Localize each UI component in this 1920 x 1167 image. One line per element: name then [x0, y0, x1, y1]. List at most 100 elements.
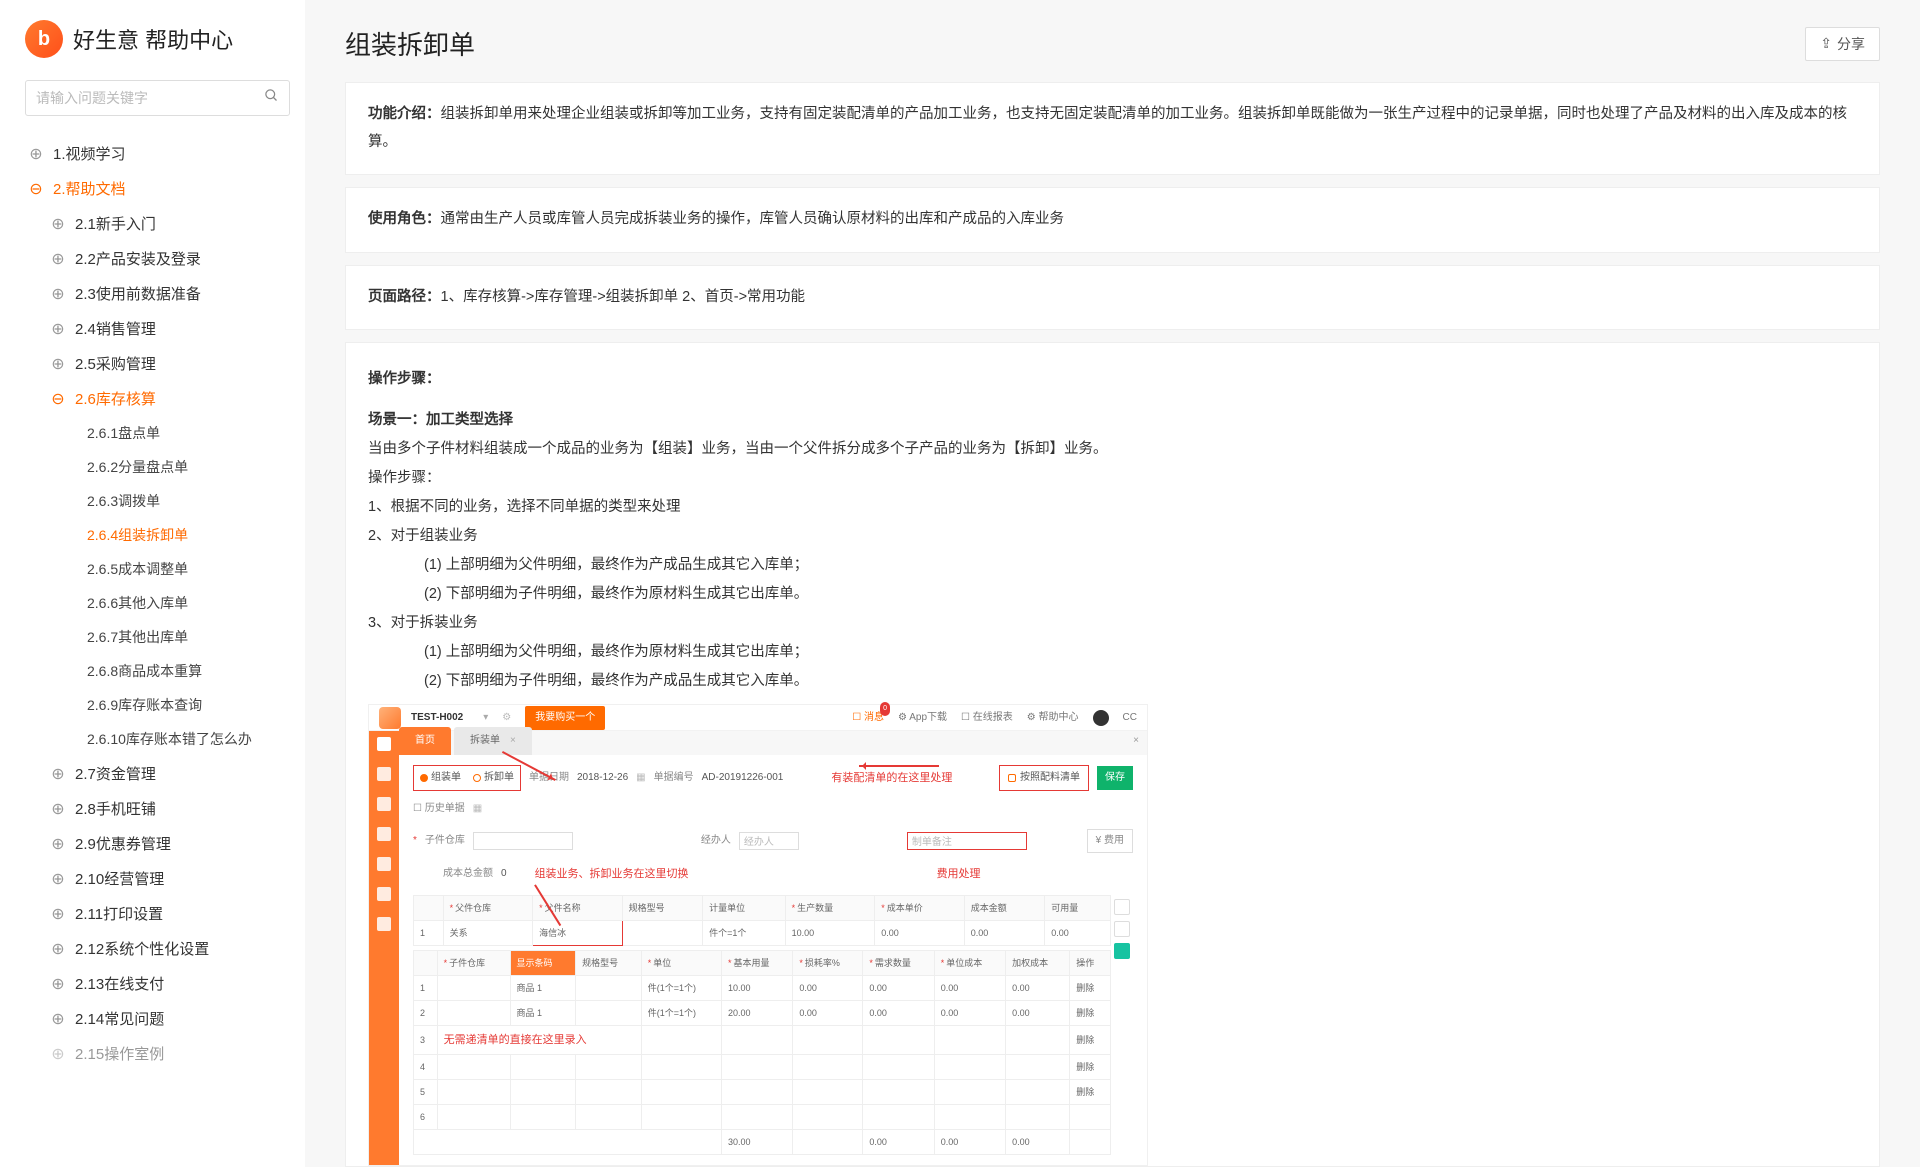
role-text: 通常由生产人员或库管人员完成拆装业务的操作，库管人员确认原材料的出库和产成品的入…: [441, 211, 1065, 227]
radio-assemble: 组装单: [420, 768, 461, 788]
plus-icon: ⊕: [49, 800, 67, 818]
nav-2-8[interactable]: ⊕2.8手机旺铺: [25, 791, 290, 826]
nav-2-13[interactable]: ⊕2.13在线支付: [25, 966, 290, 1001]
main-content: 组装拆卸单 ⇪ 分享 功能介绍：组装拆卸单用来处理企业组装或拆卸等加工业务，支持…: [305, 0, 1920, 1167]
share-icon: ⇪: [1820, 35, 1832, 52]
plus-icon: ⊕: [49, 765, 67, 783]
nav-2-12[interactable]: ⊕2.12系统个性化设置: [25, 931, 290, 966]
close-icon: ×: [510, 735, 516, 746]
nav-2-6-9[interactable]: 2.6.9库存账本查询: [25, 688, 290, 722]
steps-l3a: (1) 上部明细为父件明细，最终作为原材料生成其它出库单；: [368, 638, 1857, 667]
ss-fee-button: ¥ 费用: [1087, 829, 1133, 853]
plus-icon: ⊕: [49, 870, 67, 888]
ss-date-value: 2018-12-26: [577, 768, 628, 788]
nav-2-14[interactable]: ⊕2.14常见问题: [25, 1001, 290, 1036]
nav-2-15[interactable]: ⊕2.15操作室例: [25, 1036, 290, 1071]
tool-icon: [1114, 899, 1130, 915]
logo: b 好生意 帮助中心: [25, 20, 290, 58]
box-icon: [377, 797, 391, 811]
path-card: 页面路径：1、库存核算->库存管理->组装拆卸单 2、首页->常用功能: [345, 265, 1880, 331]
chevron-down-icon: ▾: [483, 708, 488, 728]
nav-2-10[interactable]: ⊕2.10经营管理: [25, 861, 290, 896]
ss-code-value: AD-20191226-001: [702, 768, 784, 788]
ss-tab-home: 首页: [399, 727, 451, 755]
role-card: 使用角色：通常由生产人员或库管人员完成拆装业务的操作，库管人员确认原材料的出库和…: [345, 187, 1880, 253]
doc-icon: [377, 917, 391, 931]
plus-icon: ⊕: [49, 215, 67, 233]
nav-2-6-5[interactable]: 2.6.5成本调整单: [25, 552, 290, 586]
logo-icon: b: [25, 20, 63, 58]
ss-parent-table: 父件仓库 父件名称 规格型号 计量单位 生产数量 成本单价 成本金额 可用量: [413, 895, 1111, 946]
nav-2-6-7[interactable]: 2.6.7其他出库单: [25, 620, 290, 654]
table-row: 3无需递清单的直接在这里录入删除: [414, 1026, 1111, 1055]
annotation-arrow: [859, 765, 939, 767]
role-label: 使用角色：: [368, 211, 441, 227]
nav-2-6-3[interactable]: 2.6.3调拨单: [25, 484, 290, 518]
grid-icon: [377, 887, 391, 901]
intro-text: 组装拆卸单用来处理企业组装或拆卸等加工业务，支持有固定装配清单的产品加工业务，也…: [368, 106, 1847, 150]
plus-icon: ⊕: [49, 905, 67, 923]
ss-person-label: 经办人: [701, 831, 731, 851]
steps-l2: 2、对于组装业务: [368, 522, 1857, 551]
ss-code-label: 单据编号: [654, 768, 694, 788]
steps-p1: 当由多个子件材料组装成一个成品的业务为【组装】业务，当由一个父件拆分成多个子产品…: [368, 435, 1857, 464]
ss-bom-button: 按照配料清单: [999, 765, 1089, 791]
steps-card: 操作步骤： 场景一：加工类型选择 当由多个子件材料组装成一个成品的业务为【组装】…: [345, 342, 1880, 1167]
nav-2-9[interactable]: ⊕2.9优惠券管理: [25, 826, 290, 861]
steps-l2a: (1) 上部明细为父件明细，最终作为产成品生成其它入库单；: [368, 551, 1857, 580]
nav-video[interactable]: ⊕1.视频学习: [25, 136, 290, 171]
ss-tabs: 首页 拆装单× ×: [399, 731, 1147, 755]
nav-2-5[interactable]: ⊕2.5采购管理: [25, 346, 290, 381]
content-header: 组装拆卸单 ⇪ 分享: [345, 25, 1880, 62]
bag-icon: [377, 827, 391, 841]
path-text: 1、库存核算->库存管理->组装拆卸单 2、首页->常用功能: [441, 289, 806, 305]
nav-2-6-1[interactable]: 2.6.1盘点单: [25, 416, 290, 450]
logo-text: 好生意 帮助中心: [73, 23, 233, 55]
plus-icon: ⊕: [49, 1045, 67, 1063]
plus-icon: ⊕: [49, 940, 67, 958]
nav-2-6-6[interactable]: 2.6.6其他入库单: [25, 586, 290, 620]
nav-2-1[interactable]: ⊕2.1新手入门: [25, 206, 290, 241]
nav-2-6-10[interactable]: 2.6.10库存账本错了怎么办: [25, 722, 290, 756]
nav-2-6-2[interactable]: 2.6.2分量盘点单: [25, 450, 290, 484]
nav-2-4[interactable]: ⊕2.4销售管理: [25, 311, 290, 346]
table-footer: 30.000.000.000.00: [414, 1130, 1111, 1155]
ss-note-bom: 有装配清单的在这里处理: [831, 767, 952, 789]
calendar-icon: ▦: [636, 768, 645, 788]
ss-help: ⚙ 帮助中心: [1027, 708, 1079, 728]
share-button[interactable]: ⇪ 分享: [1805, 27, 1880, 61]
embedded-screenshot: TEST-H002 ▾ ⚙ 我要购买一个 ☐ 消息0 ⚙ App下载 ☐ 在线报…: [368, 704, 1148, 1166]
ss-remark-input: 制单备注: [907, 832, 1027, 850]
search-input[interactable]: [36, 90, 264, 106]
steps-h3: 操作步骤：: [368, 464, 1857, 493]
ss-total-label: 成本总金额: [443, 864, 493, 884]
nav-2-6-8[interactable]: 2.6.8商品成本重算: [25, 654, 290, 688]
ss-sub-store-input: [473, 832, 573, 850]
ss-type-switch: 组装单 拆卸单: [413, 765, 521, 791]
ss-note-fee: 费用处理: [937, 863, 981, 885]
intro-label: 功能介绍：: [368, 106, 441, 122]
ss-total-value: 0: [501, 864, 507, 884]
ss-logo-icon: [379, 707, 401, 729]
nav-2-6-4[interactable]: 2.6.4组装拆卸单: [25, 518, 290, 552]
home-icon: [377, 737, 391, 751]
nav-2-11[interactable]: ⊕2.11打印设置: [25, 896, 290, 931]
nav-docs[interactable]: ⊖2.帮助文档: [25, 171, 290, 206]
search-icon[interactable]: [264, 88, 279, 108]
plus-icon: ⊕: [49, 835, 67, 853]
search-box[interactable]: [25, 80, 290, 116]
nav-2-6[interactable]: ⊖2.6库存核算: [25, 381, 290, 416]
steps-heading: 操作步骤：: [368, 365, 1857, 394]
nav-2-3[interactable]: ⊕2.3使用前数据准备: [25, 276, 290, 311]
ss-panel: 组装单 拆卸单 单据日期 2018-12-26 ▦ 单据编号 AD-201912…: [399, 755, 1147, 1165]
table-row: 4删除: [414, 1055, 1111, 1080]
plus-icon: ⊕: [49, 320, 67, 338]
nav-2-2[interactable]: ⊕2.2产品安装及登录: [25, 241, 290, 276]
close-icon: ×: [1125, 727, 1147, 755]
nav-2-7[interactable]: ⊕2.7资金管理: [25, 756, 290, 791]
ss-person-input: 经办人: [739, 832, 799, 850]
table-row: 6: [414, 1105, 1111, 1130]
ss-username: CC: [1123, 708, 1137, 728]
sidebar: b 好生意 帮助中心 ⊕1.视频学习 ⊖2.帮助文档 ⊕2.1新手入门 ⊕2.2…: [0, 0, 305, 1167]
ss-child-table: 子件仓库 显示条码 规格型号 单位 基本用量 损耗率% 需求数量 单位成本: [413, 950, 1111, 1155]
